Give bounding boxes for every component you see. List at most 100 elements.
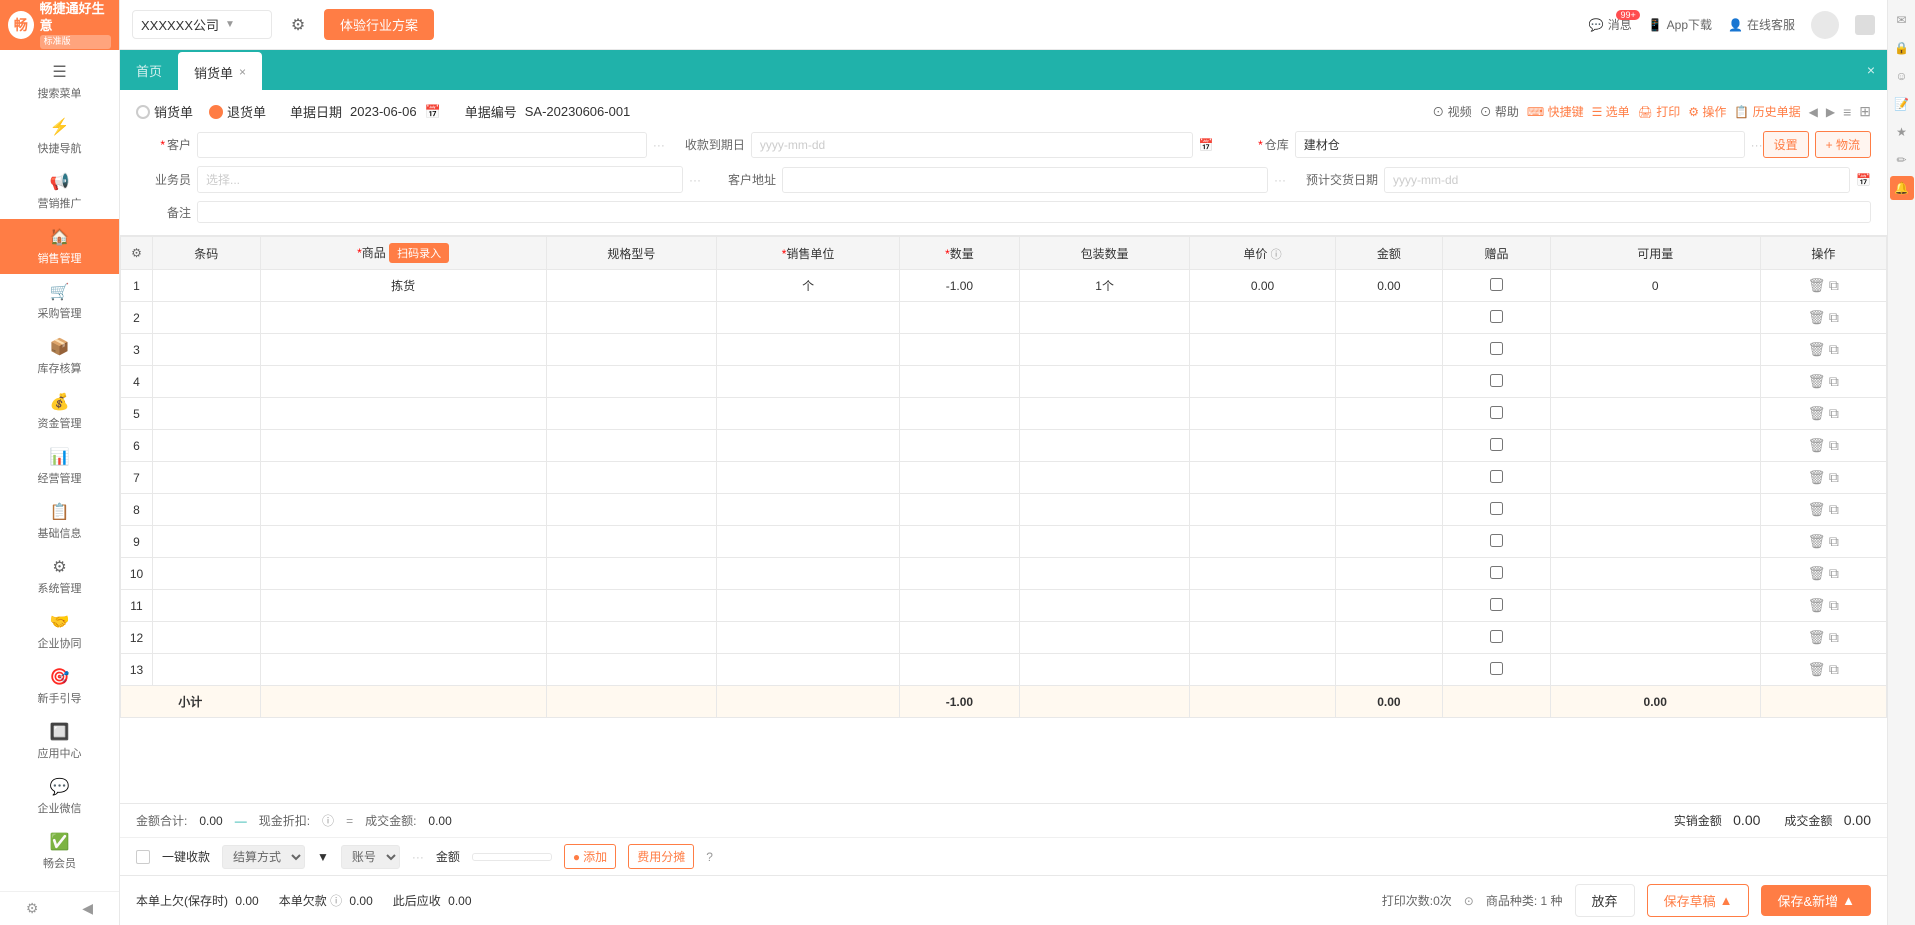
row-quantity[interactable] [899,590,1019,622]
row-spec[interactable] [546,654,717,686]
copy-row-btn[interactable]: ⧉ [1829,469,1839,485]
row-amount[interactable] [1335,462,1443,494]
panel-note-btn[interactable]: 📝 [1890,92,1914,116]
col-settings-header[interactable]: ⚙ [121,237,153,270]
row-spec[interactable] [546,270,717,302]
scan-btn[interactable]: 扫码录入 [389,243,449,263]
app-download-btn[interactable]: 📱 App下载 [1648,16,1712,33]
toolbar-select[interactable]: ☰ 选单 [1592,103,1630,120]
fee-split-btn[interactable]: 费用分摊 [628,844,694,869]
row-quantity[interactable] [899,366,1019,398]
account-more-icon[interactable]: ··· [412,850,424,864]
table-settings-icon[interactable]: ⚙ [131,246,142,260]
row-gift[interactable] [1443,270,1551,302]
panel-notification-btn[interactable]: 🔔 [1890,176,1914,200]
row-price[interactable] [1190,366,1335,398]
notes-input[interactable] [197,201,1871,223]
row-amount[interactable] [1335,430,1443,462]
row-price[interactable] [1190,526,1335,558]
sidebar-item-inventory[interactable]: 📦 库存核算 [0,329,119,384]
row-action[interactable]: 🗑 ⧉ [1760,334,1886,366]
row-packqty[interactable] [1019,366,1190,398]
sidebar-settings-btn[interactable]: ⚙ [26,900,39,917]
row-product[interactable] [260,334,546,366]
sidebar-item-shortcut[interactable]: ⚡ 快捷导航 [0,109,119,164]
row-gift[interactable] [1443,494,1551,526]
due-date-input[interactable]: yyyy-mm-dd [751,132,1193,158]
delete-row-btn[interactable]: 🗑 [1808,373,1826,389]
row-amount[interactable] [1335,366,1443,398]
due-date-calendar-icon[interactable]: 📅 [1199,138,1214,152]
nav-next-icon[interactable]: ▶ [1826,105,1835,119]
row-product[interactable] [260,366,546,398]
row-amount[interactable] [1335,334,1443,366]
delivery-date-input[interactable]: yyyy-mm-dd [1384,167,1850,193]
panel-edit-btn[interactable]: ✏ [1890,148,1914,172]
row-gift[interactable] [1443,334,1551,366]
row-quantity[interactable] [899,302,1019,334]
delete-row-btn[interactable]: 🗑 [1808,597,1826,613]
row-product[interactable] [260,526,546,558]
row-product[interactable] [260,590,546,622]
copy-row-btn[interactable]: ⧉ [1829,437,1839,453]
row-unit[interactable] [717,590,900,622]
row-unit[interactable] [717,366,900,398]
row-action[interactable]: 🗑 ⧉ [1760,270,1886,302]
tab-home[interactable]: 首页 [120,50,178,90]
radio-return[interactable]: 退货单 [209,102,266,121]
row-product[interactable] [260,558,546,590]
row-spec[interactable] [546,334,717,366]
row-gift[interactable] [1443,558,1551,590]
row-quantity[interactable] [899,334,1019,366]
row-gift[interactable] [1443,590,1551,622]
row-product[interactable] [260,430,546,462]
delete-row-btn[interactable]: 🗑 [1808,277,1826,293]
delete-row-btn[interactable]: 🗑 [1808,309,1826,325]
row-barcode[interactable] [153,526,261,558]
customer-addr-more-icon[interactable]: ··· [1274,173,1286,187]
row-gift[interactable] [1443,430,1551,462]
row-amount[interactable] [1335,494,1443,526]
radio-sales[interactable]: 销货单 [136,102,193,121]
save-draft-btn[interactable]: 保存草稿 ▲ [1647,884,1750,917]
row-product[interactable] [260,654,546,686]
sidebar-item-marketing[interactable]: 📢 营销推广 [0,164,119,219]
delete-row-btn[interactable]: 🗑 [1808,341,1826,357]
delete-row-btn[interactable]: 🗑 [1808,501,1826,517]
one-click-pay-checkbox[interactable] [136,850,150,864]
row-spec[interactable] [546,398,717,430]
sidebar-item-basics[interactable]: 📋 基础信息 [0,494,119,549]
copy-row-btn[interactable]: ⧉ [1829,629,1839,645]
date-value[interactable]: 2023-06-06 [350,104,417,119]
row-gift[interactable] [1443,462,1551,494]
row-spec[interactable] [546,462,717,494]
copy-row-btn[interactable]: ⧉ [1829,661,1839,677]
row-amount[interactable]: 0.00 [1335,270,1443,302]
doc-debt-info[interactable]: ⓘ [330,894,342,908]
row-packqty[interactable] [1019,430,1190,462]
salesperson-input[interactable]: 选择... [197,166,683,193]
sidebar-collapse-btn[interactable]: ◀ [82,900,93,917]
user-avatar[interactable] [1811,11,1839,39]
row-amount[interactable] [1335,526,1443,558]
row-packqty[interactable]: 1个 [1019,270,1190,302]
sidebar-item-system[interactable]: ⚙ 系统管理 [0,549,119,604]
row-packqty[interactable] [1019,526,1190,558]
row-spec[interactable] [546,494,717,526]
delete-row-btn[interactable]: 🗑 [1808,661,1826,677]
row-action[interactable]: 🗑 ⧉ [1760,366,1886,398]
row-price[interactable] [1190,558,1335,590]
row-barcode[interactable] [153,270,261,302]
sidebar-item-finance[interactable]: 💰 资金管理 [0,384,119,439]
row-unit[interactable] [717,558,900,590]
view-list-icon[interactable]: ≡ [1843,104,1851,120]
row-gift[interactable] [1443,654,1551,686]
online-service-btn[interactable]: 👤 在线客服 [1728,16,1795,33]
row-price[interactable] [1190,590,1335,622]
toolbar-print[interactable]: 🖨 打印 [1638,103,1681,120]
row-packqty[interactable] [1019,654,1190,686]
row-product[interactable] [260,462,546,494]
row-quantity[interactable] [899,494,1019,526]
row-quantity[interactable] [899,398,1019,430]
row-barcode[interactable] [153,622,261,654]
